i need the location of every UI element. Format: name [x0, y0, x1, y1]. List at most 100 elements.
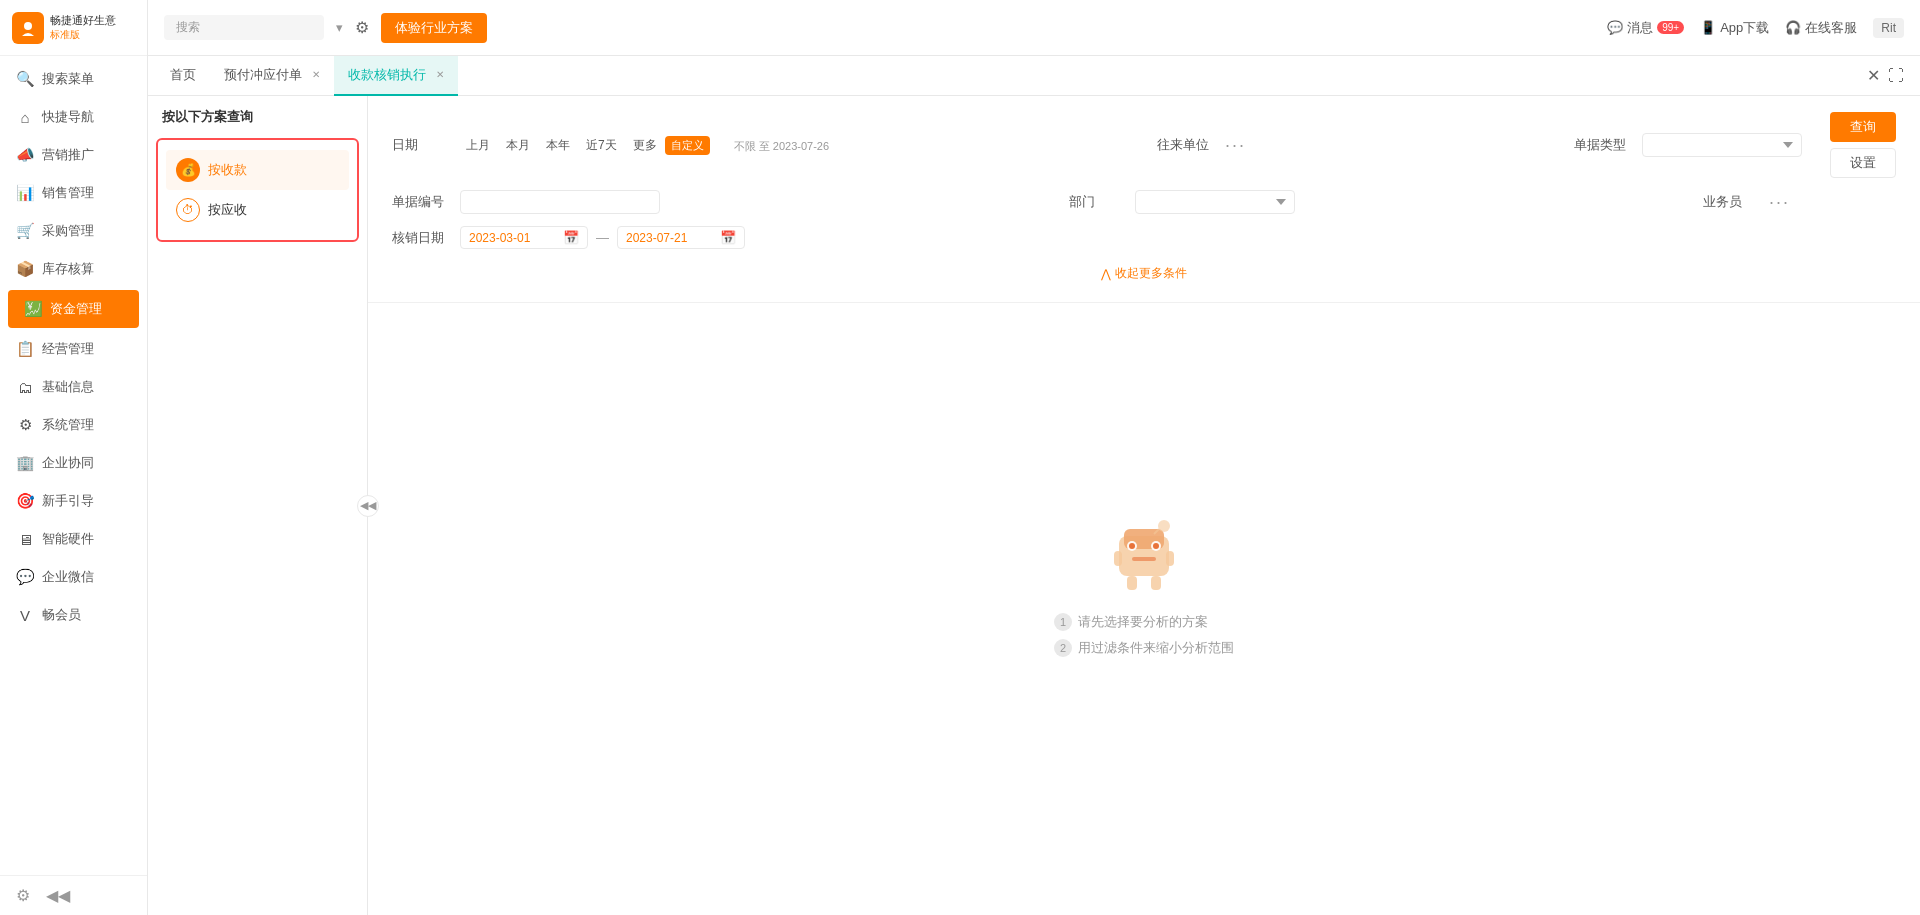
filter-row-1: 日期 上月 本月 本年 近7天 更多 自定义 不限 至 2023-07-26 往… [392, 112, 1896, 178]
sidebar: 畅捷通好生意 标准版 🔍搜索菜单⌂快捷导航📣营销推广📊销售管理🛒采购管理📦库存核… [0, 0, 148, 915]
dept-label: 部门 [1069, 193, 1119, 211]
date-label: 日期 [392, 136, 442, 154]
sidebar-item-finance[interactable]: 💹资金管理 [8, 290, 139, 328]
query-item-by-collection[interactable]: 💰 按收款 [166, 150, 349, 190]
collection-icon: 💰 [176, 158, 200, 182]
sidebar-item-search[interactable]: 🔍搜索菜单 [0, 60, 147, 98]
query-collection-label: 按收款 [208, 161, 247, 179]
finance-icon: 💹 [24, 300, 42, 318]
date-this-month-btn[interactable]: 本月 [498, 134, 538, 157]
online-service-item[interactable]: 🎧 在线客服 [1785, 19, 1857, 37]
svg-point-12 [1158, 520, 1170, 532]
message-label: 消息 [1627, 19, 1653, 37]
wechat-icon: 💬 [16, 568, 34, 586]
logo-sub: 标准版 [50, 28, 116, 42]
query-button[interactable]: 查询 [1830, 112, 1896, 142]
verify-end-date-wrap[interactable]: 📅 [617, 226, 745, 249]
main-area: 搜索 ▾ ⚙ 体验行业方案 💬 消息 99+ 📱 App下载 🎧 在线客服 Ri… [148, 0, 1920, 915]
sidebar-item-guide[interactable]: 🎯新手引导 [0, 482, 147, 520]
sidebar-item-wechat[interactable]: 💬企业微信 [0, 558, 147, 596]
logo-area: 畅捷通好生意 标准版 [0, 0, 147, 56]
query-item-by-receivable[interactable]: ⏱ 按应收 [166, 190, 349, 230]
doc-no-input[interactable] [460, 190, 660, 214]
tab-prepay-label: 预付冲应付单 [224, 66, 302, 84]
collapse-left-panel-button[interactable]: ◀◀ [357, 495, 379, 517]
filter-area: 日期 上月 本月 本年 近7天 更多 自定义 不限 至 2023-07-26 往… [368, 96, 1920, 303]
collapse-sidebar-icon[interactable]: ◀◀ [46, 886, 70, 905]
hardware-icon: 🖥 [16, 531, 34, 548]
close-tab-button[interactable]: ✕ [1867, 66, 1880, 85]
app-download-label: App下载 [1720, 19, 1769, 37]
sidebar-item-marketing[interactable]: 📣营销推广 [0, 136, 147, 174]
sidebar-item-quick-nav[interactable]: ⌂快捷导航 [0, 98, 147, 136]
counterpart-dots[interactable]: ··· [1225, 135, 1246, 156]
filter-row-2: 单据编号 部门 业务员 ··· [392, 190, 1896, 214]
cal-start-icon: 📅 [563, 230, 579, 245]
solution-button[interactable]: 体验行业方案 [381, 13, 487, 43]
date-sublabel: 不限 至 2023-07-26 [734, 137, 829, 154]
left-panel-title: 按以下方案查询 [156, 108, 359, 126]
staff-label: 业务员 [1703, 193, 1753, 211]
verify-date-label: 核销日期 [392, 229, 444, 247]
tab-prepay-close-icon[interactable]: ✕ [312, 69, 320, 80]
svg-point-6 [1153, 543, 1159, 549]
tab-collection-close-icon[interactable]: ✕ [436, 69, 444, 80]
sidebar-bottom: ⚙ ◀◀ [0, 875, 147, 915]
tab-collection[interactable]: 收款核销执行 ✕ [334, 56, 458, 96]
staff-dots[interactable]: ··· [1769, 192, 1790, 213]
svg-point-5 [1129, 543, 1135, 549]
expand-tab-button[interactable]: ⛶ [1888, 67, 1904, 85]
sidebar-item-sales[interactable]: 📊销售管理 [0, 174, 147, 212]
verify-start-date-wrap[interactable]: 📅 [460, 226, 588, 249]
dept-select[interactable] [1135, 190, 1295, 214]
doc-type-select[interactable] [1642, 133, 1802, 157]
tab-collection-label: 收款核销执行 [348, 66, 426, 84]
user-name[interactable]: Rit [1873, 18, 1904, 38]
dropdown-arrow-icon[interactable]: ▾ [336, 20, 343, 35]
sales-icon: 📊 [16, 184, 34, 202]
date-7days-btn[interactable]: 近7天 [578, 134, 625, 157]
verify-start-date-input[interactable] [469, 231, 559, 245]
query-box: 💰 按收款 ⏱ 按应收 [156, 138, 359, 242]
sidebar-item-basic-info[interactable]: 🗂基础信息 [0, 368, 147, 406]
settings-gear-icon[interactable]: ⚙ [355, 18, 369, 37]
svg-rect-8 [1114, 551, 1122, 566]
sidebar-item-inventory[interactable]: 📦库存核算 [0, 250, 147, 288]
svg-point-0 [24, 22, 32, 30]
empty-tip-2: 2 用过滤条件来缩小分析范围 [1054, 639, 1234, 657]
app-download-item[interactable]: 📱 App下载 [1700, 19, 1769, 37]
date-custom-badge[interactable]: 自定义 [665, 136, 710, 155]
tab-prepay[interactable]: 预付冲应付单 ✕ [210, 56, 334, 96]
verify-end-date-input[interactable] [626, 231, 716, 245]
settings-button[interactable]: 设置 [1830, 148, 1896, 178]
svg-rect-9 [1166, 551, 1174, 566]
svg-rect-10 [1127, 576, 1137, 590]
range-dash: — [596, 230, 609, 245]
settings-icon[interactable]: ⚙ [16, 886, 30, 905]
search-bar[interactable]: 搜索 [164, 15, 324, 40]
collapse-conditions-button[interactable]: ⋀ 收起更多条件 [1089, 261, 1199, 286]
sidebar-item-purchase[interactable]: 🛒采购管理 [0, 212, 147, 250]
doc-type-label: 单据类型 [1574, 136, 1626, 154]
date-last-month-btn[interactable]: 上月 [458, 134, 498, 157]
sidebar-item-system[interactable]: ⚙系统管理 [0, 406, 147, 444]
headset-icon: 🎧 [1785, 20, 1801, 35]
sidebar-item-operation[interactable]: 📋经营管理 [0, 330, 147, 368]
collapse-arrow-icon: ⋀ [1101, 267, 1111, 281]
doc-no-label: 单据编号 [392, 193, 444, 211]
member-icon: V [16, 607, 34, 624]
empty-tip-1: 1 请先选择要分析的方案 [1054, 613, 1234, 631]
sidebar-item-hardware[interactable]: 🖥智能硬件 [0, 520, 147, 558]
sidebar-item-enterprise[interactable]: 🏢企业协同 [0, 444, 147, 482]
message-item[interactable]: 💬 消息 99+ [1607, 19, 1684, 37]
tab-home-label: 首页 [170, 66, 196, 84]
purchase-icon: 🛒 [16, 222, 34, 240]
sidebar-item-member[interactable]: V畅会员 [0, 596, 147, 634]
enterprise-icon: 🏢 [16, 454, 34, 472]
receivable-icon: ⏱ [176, 198, 200, 222]
message-badge: 99+ [1657, 21, 1684, 34]
date-more-btn[interactable]: 更多 [625, 134, 665, 157]
date-this-year-btn[interactable]: 本年 [538, 134, 578, 157]
basic-info-icon: 🗂 [16, 379, 34, 396]
tab-home[interactable]: 首页 [156, 56, 210, 96]
